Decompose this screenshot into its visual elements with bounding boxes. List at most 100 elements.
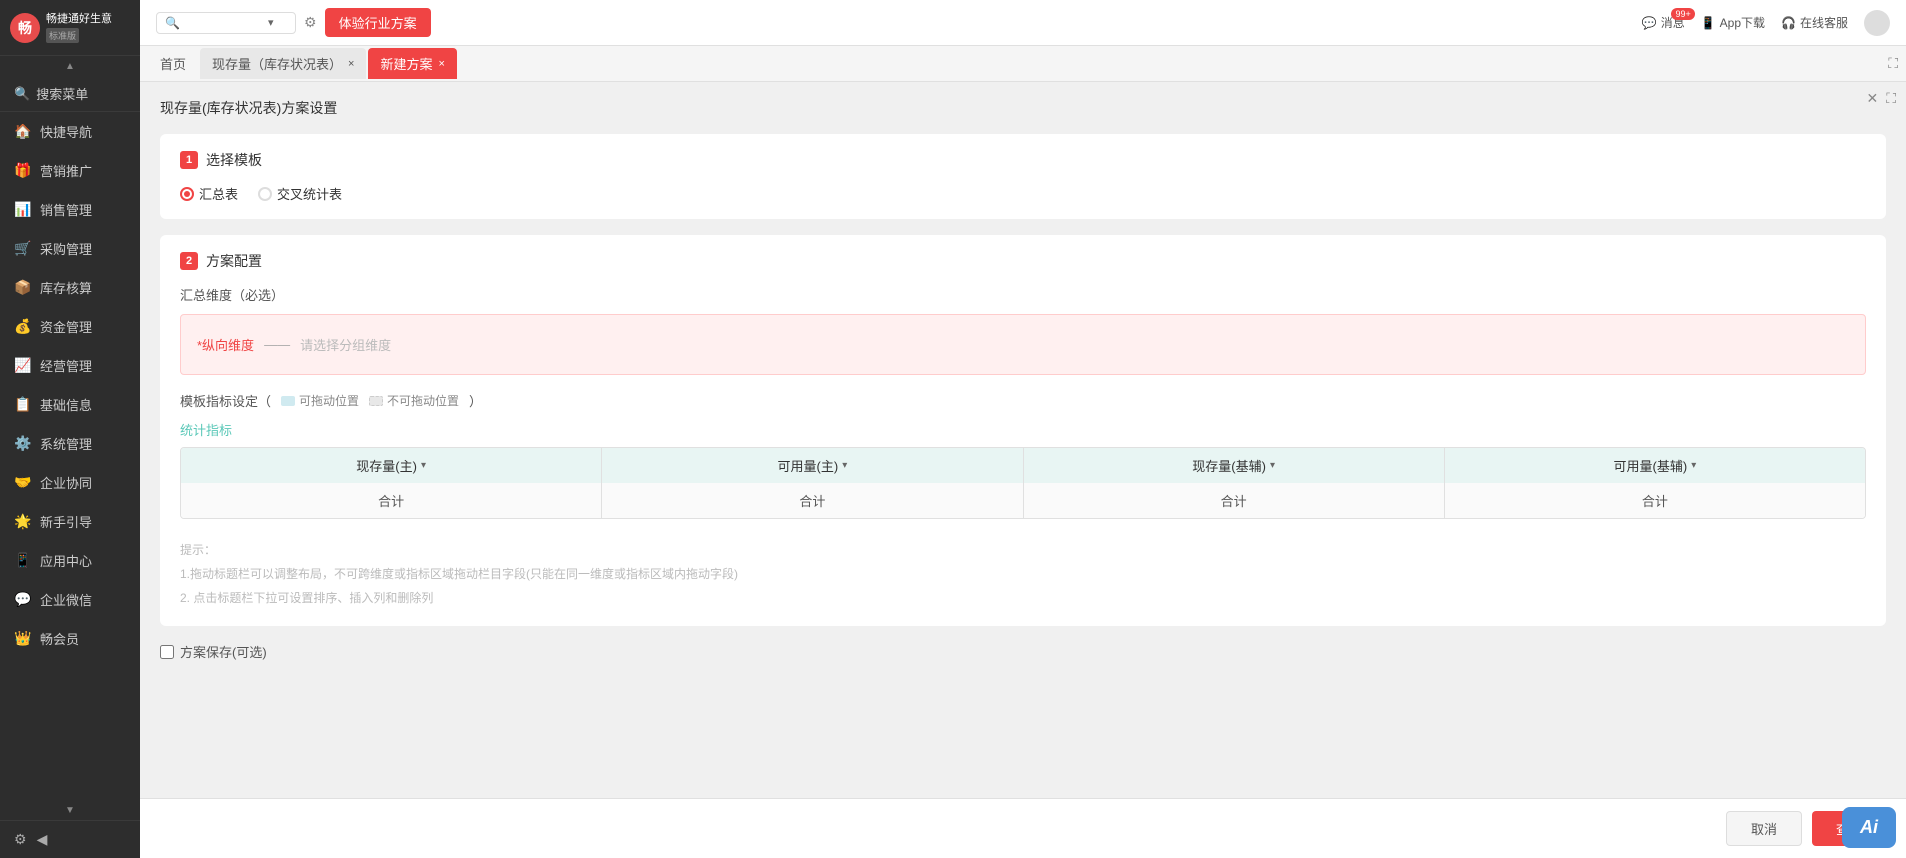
sales-icon: 📊 xyxy=(14,201,32,219)
search-dropdown[interactable]: ▾ xyxy=(268,16,274,29)
col-chevron-1[interactable]: ▾ xyxy=(842,460,847,471)
stats-title: 统计指标 xyxy=(180,420,1866,439)
cancel-button[interactable]: 取消 xyxy=(1726,811,1802,846)
sidebar-item-label: 经营管理 xyxy=(40,356,92,375)
tabbar: 首页 现存量（库存状况表） × 新建方案 × ⛶ xyxy=(140,46,1906,82)
indicator-label-end: ） xyxy=(469,391,482,410)
sidebar-item-quicknav[interactable]: 🏠 快捷导航 xyxy=(0,112,140,151)
template-options: 汇总表 交叉统计表 xyxy=(180,184,1866,203)
dimension-placeholder[interactable]: 请选择分组维度 xyxy=(300,335,391,354)
col-available-main[interactable]: 可用量(主) ▾ xyxy=(602,448,1023,483)
cell-3: 合计 xyxy=(1445,483,1865,518)
sidebar-item-label: 企业协同 xyxy=(40,473,92,492)
operations-icon: 📈 xyxy=(14,357,32,375)
sidebar-search[interactable]: 🔍 搜索菜单 xyxy=(0,76,140,112)
col-available-aux[interactable]: 可用量(基辅) ▾ xyxy=(1445,448,1865,483)
radio-summary[interactable] xyxy=(180,187,194,201)
sidebar-item-collab[interactable]: 🤝 企业协同 xyxy=(0,463,140,502)
section-config: 2 方案配置 汇总维度（必选） *纵向维度 —— 请选择分组维度 模板指标设定（… xyxy=(160,235,1886,626)
sidebar-nav: 🔍 搜索菜单 🏠 快捷导航 🎁 营销推广 📊 销售管理 🛒 采购管理 📦 库存核… xyxy=(0,76,140,800)
sidebar-item-apps[interactable]: 📱 应用中心 xyxy=(0,541,140,580)
user-avatar[interactable] xyxy=(1864,10,1890,36)
sidebar-item-weixin[interactable]: 💬 企业微信 xyxy=(0,580,140,619)
sidebar-item-inventory[interactable]: 📦 库存核算 xyxy=(0,268,140,307)
sidebar-item-finance[interactable]: 💰 资金管理 xyxy=(0,307,140,346)
settings-icon[interactable]: ⚙ xyxy=(14,831,27,848)
template-crosstab[interactable]: 交叉统计表 xyxy=(258,184,342,203)
sidebar-item-operations[interactable]: 📈 经营管理 xyxy=(0,346,140,385)
search-box[interactable]: 🔍 ▾ xyxy=(156,12,296,34)
col-chevron-0[interactable]: ▾ xyxy=(421,460,426,471)
search-input[interactable] xyxy=(184,16,264,30)
save-option: 方案保存(可选) xyxy=(160,642,1886,661)
sidebar-item-label: 畅会员 xyxy=(40,629,79,648)
content-area: ✕ ⛶ 现存量(库存状况表)方案设置 1 选择模板 汇总表 交叉统计表 xyxy=(140,82,1906,798)
service-btn[interactable]: 🎧 在线客服 xyxy=(1781,14,1848,31)
dimension-separator: —— xyxy=(264,337,290,352)
tip-1: 1.拖动标题栏可以调整布局，不可跨维度或指标区域拖动栏目字段(只能在同一维度或指… xyxy=(180,562,1866,586)
marketing-icon: 🎁 xyxy=(14,162,32,180)
cell-2: 合计 xyxy=(1024,483,1445,518)
newbie-icon: 🌟 xyxy=(14,513,32,531)
weixin-icon: 💬 xyxy=(14,591,32,609)
inventory-tab-close[interactable]: × xyxy=(348,58,354,70)
app-name: 畅捷通好生意 xyxy=(46,12,112,26)
home-tab-label: 首页 xyxy=(160,54,186,73)
collab-icon: 🤝 xyxy=(14,474,32,492)
sidebar-item-basic[interactable]: 📋 基础信息 xyxy=(0,385,140,424)
trial-btn[interactable]: 体验行业方案 xyxy=(325,8,431,37)
close-panel-btn[interactable]: ✕ xyxy=(1866,90,1878,107)
radio-crosstab[interactable] xyxy=(258,187,272,201)
sidebar-bottom: ⚙ ◀ xyxy=(0,820,140,858)
finance-icon: 💰 xyxy=(14,318,32,336)
panel-controls: ✕ ⛶ xyxy=(1856,82,1906,115)
step2-num: 2 xyxy=(180,252,198,270)
sidebar-item-label: 库存核算 xyxy=(40,278,92,297)
tab-expand[interactable]: ⛶ xyxy=(1888,55,1898,72)
purchase-icon: 🛒 xyxy=(14,240,32,258)
new-plan-tab-close[interactable]: × xyxy=(438,58,444,70)
col-current-aux[interactable]: 现存量(基辅) ▾ xyxy=(1024,448,1445,483)
app-download-btn[interactable]: 📱 App下载 xyxy=(1701,14,1765,31)
basic-icon: 📋 xyxy=(14,396,32,414)
indicator-settings: 模板指标设定（ 可拖动位置 不可拖动位置 ） 统计指标 现存 xyxy=(180,391,1866,522)
collapse-icon[interactable]: ◀ xyxy=(37,831,48,848)
tab-home[interactable]: 首页 xyxy=(148,48,198,79)
sidebar-item-label: 销售管理 xyxy=(40,200,92,219)
app-version: 标准版 xyxy=(46,28,79,43)
gear-icon[interactable]: ⚙ xyxy=(304,14,317,31)
save-checkbox[interactable] xyxy=(160,645,174,659)
tab-new-plan[interactable]: 新建方案 × xyxy=(368,48,456,79)
sidebar-item-system[interactable]: ⚙️ 系统管理 xyxy=(0,424,140,463)
message-btn[interactable]: 💬 消息 99+ xyxy=(1642,14,1685,31)
inventory-icon: 📦 xyxy=(14,279,32,297)
sidebar-scroll-up[interactable]: ▲ xyxy=(65,56,75,76)
sidebar-scroll-down[interactable]: ▼ xyxy=(65,800,75,820)
legend-draggable: 可拖动位置 xyxy=(281,392,359,409)
sidebar: 畅 畅捷通好生意 标准版 ▲ 🔍 搜索菜单 🏠 快捷导航 🎁 营销推广 📊 销售… xyxy=(0,0,140,858)
tab-inventory[interactable]: 现存量（库存状况表） × xyxy=(200,48,366,79)
section-template: 1 选择模板 汇总表 交叉统计表 xyxy=(160,134,1886,219)
sidebar-item-member[interactable]: 👑 畅会员 xyxy=(0,619,140,658)
sidebar-item-label: 快捷导航 xyxy=(40,122,92,141)
expand-icon: ⛶ xyxy=(1888,55,1898,72)
template-crosstab-label: 交叉统计表 xyxy=(277,184,342,203)
col-chevron-3[interactable]: ▾ xyxy=(1691,460,1696,471)
dimension-required-area: *纵向维度 —— 请选择分组维度 xyxy=(180,314,1866,375)
tip-title: 提示： xyxy=(180,538,1866,562)
sidebar-search-label: 搜索菜单 xyxy=(36,84,88,103)
col-chevron-2[interactable]: ▾ xyxy=(1270,460,1275,471)
col-current-main[interactable]: 现存量(主) ▾ xyxy=(181,448,602,483)
search-icon: 🔍 xyxy=(165,16,180,30)
sidebar-item-marketing[interactable]: 🎁 营销推广 xyxy=(0,151,140,190)
sidebar-item-purchase[interactable]: 🛒 采购管理 xyxy=(0,229,140,268)
template-summary[interactable]: 汇总表 xyxy=(180,184,238,203)
sidebar-item-label: 基础信息 xyxy=(40,395,92,414)
expand-panel-btn[interactable]: ⛶ xyxy=(1886,90,1896,107)
sidebar-item-label: 采购管理 xyxy=(40,239,92,258)
sidebar-item-sales[interactable]: 📊 销售管理 xyxy=(0,190,140,229)
section1-header: 1 选择模板 xyxy=(180,150,1866,170)
sidebar-item-newbie[interactable]: 🌟 新手引导 xyxy=(0,502,140,541)
indicator-label: 模板指标设定（ 可拖动位置 不可拖动位置 ） xyxy=(180,391,1866,410)
sidebar-item-label: 应用中心 xyxy=(40,551,92,570)
